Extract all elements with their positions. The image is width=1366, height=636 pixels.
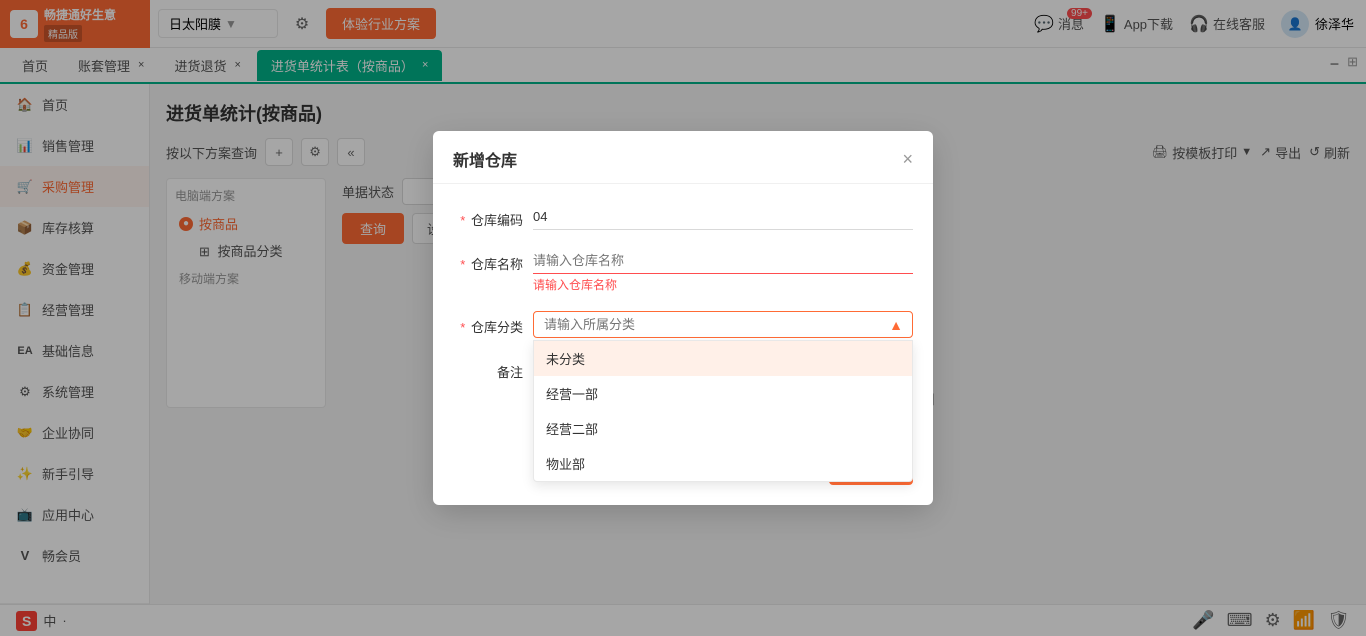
category-control: ▲ 未分类 经营一部 经营二部 物业部 — [533, 311, 913, 338]
notes-label: 备注 — [453, 356, 533, 381]
form-row-code: * 仓库编码 — [453, 204, 913, 230]
new-warehouse-modal: 新增仓库 × * 仓库编码 * 仓库名称 — [433, 131, 933, 505]
warehouse-code-input[interactable] — [533, 204, 913, 230]
category-label: * 仓库分类 — [453, 311, 533, 336]
warehouse-code-label-text: 仓库编码 — [471, 213, 523, 228]
category-label-text: 仓库分类 — [471, 320, 523, 335]
required-star-2: * — [460, 257, 465, 272]
code-label: * 仓库编码 — [453, 204, 533, 229]
name-label: * 仓库名称 — [453, 248, 533, 273]
name-error-msg: 请输入仓库名称 — [533, 276, 913, 293]
category-select-wrapper: ▲ 未分类 经营一部 经营二部 物业部 — [533, 311, 913, 338]
required-star-3: * — [460, 320, 465, 335]
name-control: 请输入仓库名称 — [533, 248, 913, 293]
code-control — [533, 204, 913, 230]
form-row-category: * 仓库分类 ▲ 未分类 经营一部 经营二部 物业部 — [453, 311, 913, 338]
category-input[interactable] — [533, 311, 913, 338]
form-row-name: * 仓库名称 请输入仓库名称 — [453, 248, 913, 293]
warehouse-name-label-text: 仓库名称 — [471, 257, 523, 272]
dropdown-item-0[interactable]: 未分类 — [534, 341, 912, 376]
category-dropdown: 未分类 经营一部 经营二部 物业部 — [533, 340, 913, 482]
modal-body: * 仓库编码 * 仓库名称 请输入仓库名称 — [433, 184, 933, 419]
dropdown-item-2[interactable]: 经营二部 — [534, 411, 912, 446]
modal-close-button[interactable]: × — [902, 150, 913, 168]
modal-title: 新增仓库 — [453, 147, 517, 171]
required-star: * — [460, 213, 465, 228]
modal-header: 新增仓库 × — [433, 131, 933, 184]
dropdown-item-3[interactable]: 物业部 — [534, 446, 912, 481]
modal-backdrop: 新增仓库 × * 仓库编码 * 仓库名称 — [0, 0, 1366, 636]
dropdown-item-1[interactable]: 经营一部 — [534, 376, 912, 411]
warehouse-name-input[interactable] — [533, 248, 913, 274]
